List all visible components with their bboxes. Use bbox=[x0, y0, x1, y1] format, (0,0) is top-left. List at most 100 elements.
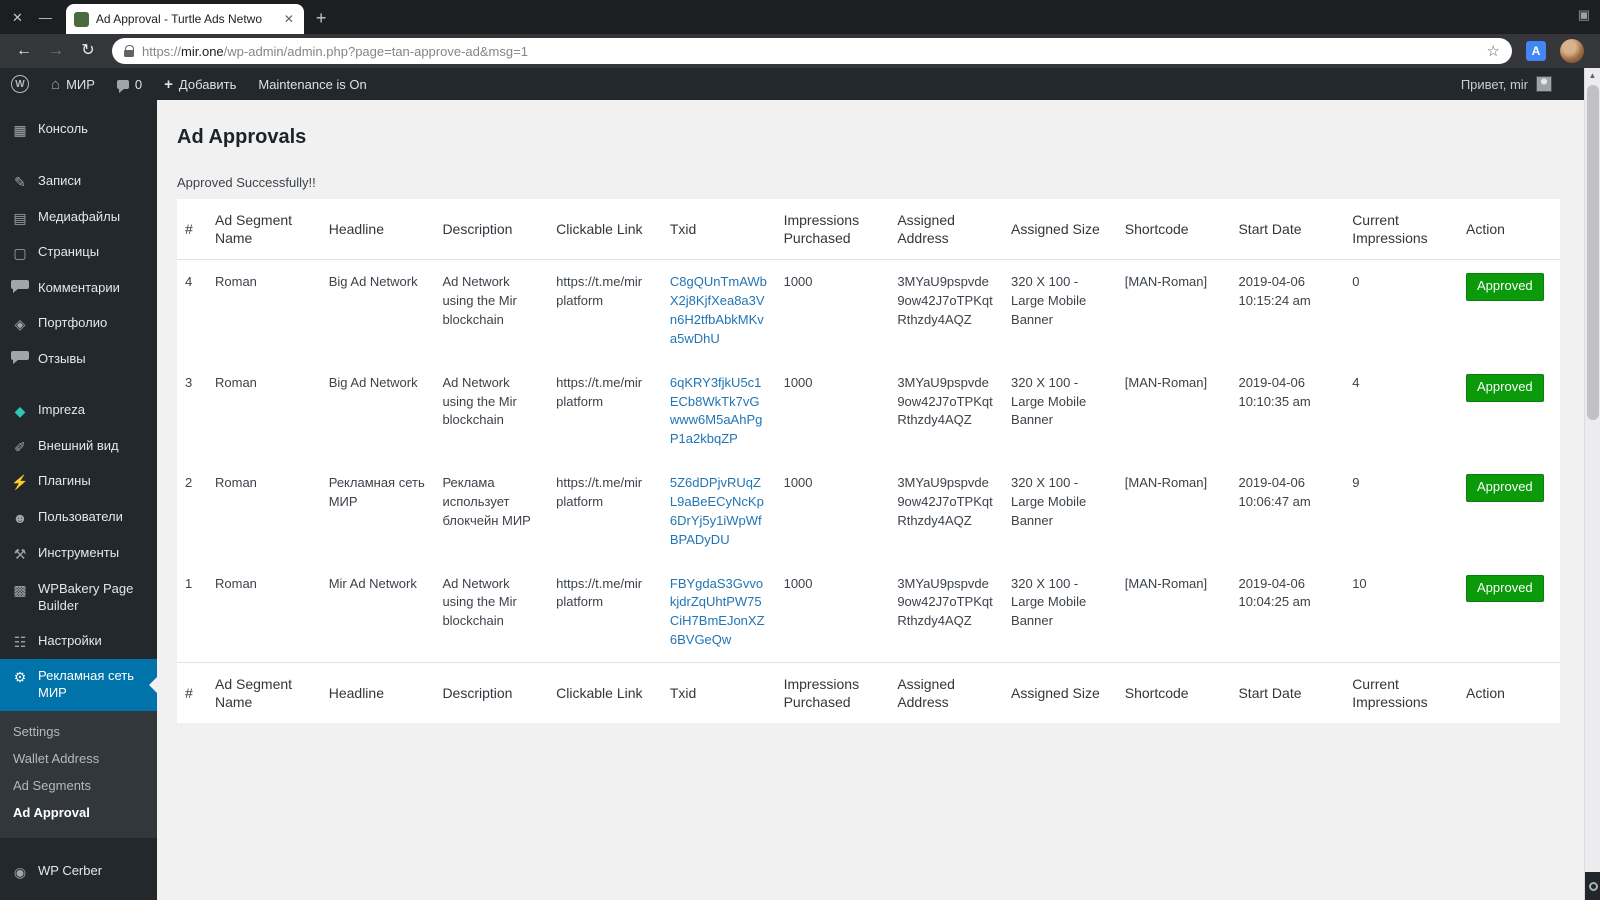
cell-headline: Mir Ad Network bbox=[328, 575, 417, 591]
sidebar-item-label: Внешний вид bbox=[38, 437, 119, 453]
wp-logo-menu[interactable]: W bbox=[0, 68, 40, 100]
browser-profile-avatar[interactable] bbox=[1560, 39, 1584, 63]
approved-button[interactable]: Approved bbox=[1466, 273, 1544, 302]
sidebar-item-label: Рекламная сеть МИР bbox=[38, 668, 135, 701]
gear-icon: ⚙ bbox=[13, 669, 27, 686]
back-icon[interactable]: ← bbox=[10, 43, 38, 59]
cell-current: 10 bbox=[1352, 575, 1367, 591]
txid-link[interactable]: 6qKRY3fjkU5c1ECb8WkTk7vGwww6M5aAhPgP1a2k… bbox=[670, 375, 763, 447]
sidebar-submenu: Settings Wallet Address Ad Segments Ad Appr… bbox=[0, 711, 157, 839]
site-name-menu[interactable]: ⌂ МИР bbox=[40, 68, 106, 100]
cell-address: 3MYaU9pspvde9ow42J7oTPKqtRthzdy4AQZ bbox=[897, 274, 993, 328]
cell-size: 320 X 100 - Large Mobile Banner bbox=[1011, 274, 1087, 328]
sidebar-item-testimonials[interactable]: Отзывы bbox=[0, 342, 157, 377]
wpbakery-icon: ▩ bbox=[13, 581, 27, 598]
browser-extension-icon[interactable]: ▣ bbox=[1578, 7, 1590, 23]
cell-headline: Рекламная сеть МИР bbox=[328, 475, 425, 509]
address-bar[interactable]: https://mir.one/wp-admin/admin.php?page=… bbox=[112, 38, 1512, 64]
sidebar-subitem-tan-settings[interactable]: Settings bbox=[0, 718, 157, 745]
cell-link: https://t.me/mir platform bbox=[556, 575, 643, 610]
sidebar-item-label: Плагины bbox=[38, 473, 91, 489]
approved-button[interactable]: Approved bbox=[1466, 373, 1544, 402]
comments-count: 0 bbox=[134, 76, 143, 92]
sidebar-item-plugins[interactable]: ⚡ Плагины bbox=[0, 464, 157, 500]
sidebar-item-tools[interactable]: ⚒ Инструменты bbox=[0, 536, 157, 572]
admin-avatar[interactable] bbox=[1536, 76, 1552, 92]
url-text: https://mir.one/wp-admin/admin.php?page=… bbox=[142, 44, 1479, 59]
sidebar-subitem-ad-segments[interactable]: Ad Segments bbox=[0, 772, 157, 799]
sidebar-item-appearance[interactable]: ✐ Внешний вид bbox=[0, 429, 157, 465]
scroll-up-arrow-icon[interactable]: ▲ bbox=[1585, 68, 1600, 84]
refresh-icon[interactable]: ↻ bbox=[74, 43, 102, 59]
sidebar-item-users[interactable]: ☻ Пользователи bbox=[0, 500, 157, 536]
window-close-icon[interactable]: ✕ bbox=[12, 11, 23, 24]
comments-menu[interactable]: 0 bbox=[106, 68, 153, 100]
sidebar-item-posts[interactable]: ✎ Записи bbox=[0, 164, 157, 200]
sidebar-item-label: Отзывы bbox=[38, 350, 86, 366]
sidebar-item-wpcc[interactable]: ⚑WPCC bbox=[0, 890, 157, 900]
cell-segment: Roman bbox=[215, 274, 257, 290]
cell-start: 2019-04-06 10:10:35 am bbox=[1238, 374, 1311, 409]
sidebar-item-label: Пользователи bbox=[38, 509, 123, 525]
translate-icon[interactable]: A bbox=[1526, 41, 1546, 61]
cell-description: Ad Network using the Mir blockchain bbox=[442, 575, 517, 629]
scroll-corner-dot-icon bbox=[1588, 881, 1598, 891]
cell-size: 320 X 100 - Large Mobile Banner bbox=[1011, 575, 1087, 629]
sidebar-subitem-ad-approval[interactable]: Ad Approval bbox=[0, 799, 157, 826]
new-tab-button[interactable]: + bbox=[316, 8, 327, 29]
site-name-label: МИР bbox=[66, 76, 95, 92]
sidebar-subitem-wallet-address[interactable]: Wallet Address bbox=[0, 745, 157, 772]
sidebar-item-label: Портфолио bbox=[38, 315, 108, 331]
approved-button[interactable]: Approved bbox=[1466, 474, 1544, 502]
col-header-current: Current Impressions bbox=[1344, 661, 1458, 724]
cell-segment: Roman bbox=[215, 374, 257, 390]
approved-button[interactable]: Approved bbox=[1466, 574, 1544, 603]
sidebar-item-label: Консоль bbox=[38, 121, 88, 136]
cell-link: https://t.me/mir platform bbox=[556, 475, 643, 509]
table-row: 4 Roman Big Ad Network Ad Network using the… bbox=[177, 260, 1560, 361]
sidebar-item-impreza[interactable]: ◆ Impreza bbox=[0, 393, 157, 429]
cell-address: 3MYaU9pspvde9ow42J7oTPKqtRthzdy4AQZ bbox=[897, 374, 993, 428]
cell-start: 2019-04-06 10:06:47 am bbox=[1238, 475, 1311, 509]
sidebar-item-comments[interactable]: Комментарии bbox=[0, 271, 157, 306]
sidebar-item-media[interactable]: ▤ Медиафайлы bbox=[0, 200, 157, 236]
new-content-menu[interactable]: + Добавить bbox=[153, 68, 247, 100]
maintenance-status[interactable]: Maintenance is On bbox=[247, 68, 377, 100]
screen: ✕ — Ad Approval - Turtle Ads Netwo ✕ + ▣… bbox=[0, 0, 1600, 900]
sidebar-item-wp-cerber[interactable]: ◉ WP Cerber bbox=[0, 854, 157, 890]
cell-impressions: 1000 bbox=[783, 274, 813, 290]
cell-link: https://t.me/mir platform bbox=[556, 374, 643, 409]
sidebar-item-wpbakery[interactable]: ▩ WPBakery Page Builder bbox=[0, 572, 157, 624]
sidebar-item-label: WP Cerber bbox=[38, 863, 103, 879]
admin-bar-right: Привет, mir bbox=[1461, 76, 1600, 92]
bookmark-star-icon[interactable]: ☆ bbox=[1487, 42, 1500, 60]
sidebar-item-portfolio[interactable]: ◈ Портфолио bbox=[0, 306, 157, 342]
sidebar-item-settings[interactable]: ☷ Настройки bbox=[0, 624, 157, 660]
cell-current: 9 bbox=[1352, 475, 1360, 491]
window-minimize-icon[interactable]: — bbox=[39, 11, 52, 24]
sidebar-item-tan[interactable]: ⚙ Рекламная сеть МИР bbox=[0, 659, 157, 712]
plus-icon: + bbox=[164, 75, 173, 93]
page-scrollbar[interactable]: ▲ bbox=[1584, 68, 1600, 900]
cell-description: Ad Network using the Mir blockchain bbox=[442, 274, 517, 328]
txid-link[interactable]: FBYgdaS3GvvokjdrZqUhtPW75CiH7BmEJonXZ6BV… bbox=[670, 576, 765, 648]
sidebar-item-pages[interactable]: ▢ Страницы bbox=[0, 235, 157, 271]
sidebar-item-dashboard[interactable]: ▦ Консоль bbox=[0, 112, 157, 148]
greeting-text[interactable]: Привет, mir bbox=[1461, 77, 1528, 92]
cell-txid: 6qKRY3fjkU5c1ECb8WkTk7vGwww6M5aAhPgP1a2k… bbox=[662, 361, 776, 461]
browser-tab[interactable]: Ad Approval - Turtle Ads Netwo ✕ bbox=[65, 4, 304, 34]
txid-link[interactable]: C8gQUnTmAWbX2j8KjfXea8a3Vn6H2tfbAbkMKva5… bbox=[670, 274, 767, 346]
forward-icon[interactable]: → bbox=[42, 43, 70, 59]
txid-link[interactable]: 5Z6dDPjvRUqZL9aBeECyNcKp6DrYj5y1iWpWfBPA… bbox=[670, 475, 764, 547]
col-header-current: Current Impressions bbox=[1344, 199, 1458, 261]
cell-headline: Big Ad Network bbox=[328, 274, 418, 290]
col-header-start: Start Date bbox=[1230, 199, 1345, 261]
cell-start: 2019-04-06 10:15:24 am bbox=[1238, 274, 1311, 309]
cell-headline: Big Ad Network bbox=[328, 374, 418, 390]
url-path: /wp-admin/admin.php?page=tan-approve-ad&… bbox=[223, 43, 528, 59]
media-icon: ▤ bbox=[13, 209, 27, 226]
col-header-txid: Txid bbox=[661, 199, 776, 261]
url-domain: mir.one bbox=[181, 43, 224, 59]
scrollbar-thumb[interactable] bbox=[1587, 85, 1599, 420]
tab-close-icon[interactable]: ✕ bbox=[282, 12, 296, 26]
